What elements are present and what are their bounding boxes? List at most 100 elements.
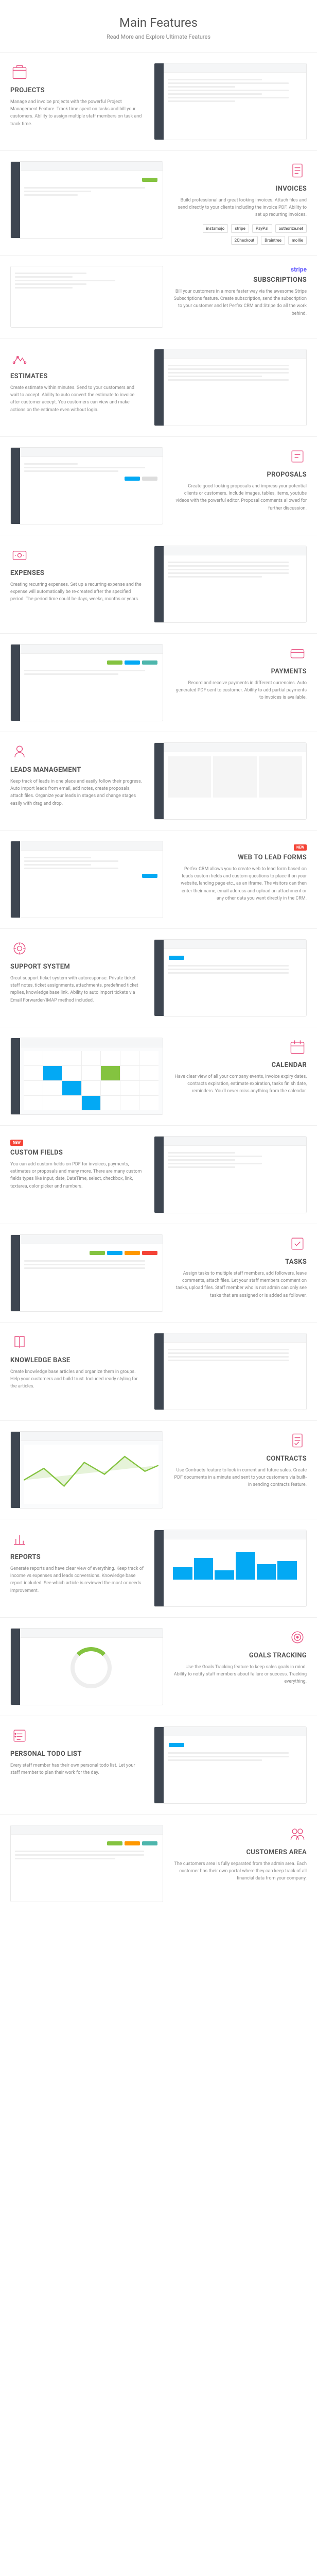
estimates-icon <box>10 349 29 367</box>
feature-desc: Use the Goals Tracking feature to keep s… <box>173 1664 307 1686</box>
feature-webtolead: NEW WEB TO LEAD FORMS Perfex CRM allows … <box>0 830 317 928</box>
logo-stripe: stripe <box>231 224 249 233</box>
invoices-icon <box>288 161 307 180</box>
expenses-icon <box>10 546 29 564</box>
feature-payments: PAYMENTS Record and receive payments in … <box>0 633 317 732</box>
feature-reports: REPORTS Generate reports and have clear … <box>0 1519 317 1617</box>
support-icon <box>10 939 29 958</box>
feature-title: WEB TO LEAD FORMS <box>173 854 307 861</box>
logo-braintree: Braintree <box>261 236 285 245</box>
feature-desc: The customers area is fully separated fr… <box>173 1860 307 1883</box>
feature-estimates: ESTIMATES Create estimate within minutes… <box>0 338 317 436</box>
mock-screenshot <box>10 1038 163 1115</box>
logo-instamojo: instamojo <box>203 224 228 233</box>
feature-desc: Manage and invoice projects with the pow… <box>10 98 144 128</box>
feature-title: INVOICES <box>173 185 307 193</box>
tasks-icon <box>288 1234 307 1253</box>
feature-title: PROJECTS <box>10 87 144 94</box>
goals-icon <box>288 1628 307 1647</box>
feature-title: LEADS MANAGEMENT <box>10 766 144 774</box>
logo-authorize: authorize.net <box>275 224 307 233</box>
feature-desc: Great support ticket system with autores… <box>10 975 144 1005</box>
projects-icon <box>10 63 29 81</box>
feature-desc: Creating recurring expenses. Set up a re… <box>10 581 144 603</box>
feature-title: ESTIMATES <box>10 372 144 380</box>
feature-desc: Generate reports and have clear view of … <box>10 1565 144 1595</box>
feature-customers: CUSTOMERS AREA The customers area is ful… <box>0 1814 317 1912</box>
logo-2checkout: 2Checkout <box>231 236 258 245</box>
feature-desc: Build professional and great looking inv… <box>173 197 307 219</box>
contracts-icon <box>288 1431 307 1450</box>
feature-knowledgebase: KNOWLEDGE BASE Create knowledge base art… <box>0 1322 317 1420</box>
payment-logos: instamojo stripe PayPal authorize.net 2C… <box>173 224 307 245</box>
feature-desc: Create estimate within minutes. Send to … <box>10 384 144 414</box>
feature-desc: Use Contracts feature to lock in current… <box>173 1467 307 1489</box>
feature-desc: Perfex CRM allows you to create web to l… <box>173 866 307 903</box>
mock-screenshot <box>154 1530 307 1607</box>
feature-tasks: TASKS Assign tasks to multiple staff mem… <box>0 1224 317 1322</box>
feature-title: GOALS TRACKING <box>173 1652 307 1659</box>
feature-support: SUPPORT SYSTEM Great support ticket syst… <box>0 928 317 1027</box>
feature-title: CALENDAR <box>173 1061 307 1069</box>
feature-invoices: INVOICES Build professional and great lo… <box>0 150 317 255</box>
feature-calendar: CALENDAR Have clear view of all your com… <box>0 1027 317 1125</box>
knowledgebase-icon <box>10 1333 29 1351</box>
mock-screenshot <box>10 1628 163 1705</box>
new-badge: NEW <box>10 1140 23 1146</box>
feature-title: PERSONAL TODO LIST <box>10 1750 144 1758</box>
feature-desc: Create good looking proposals and impres… <box>173 483 307 513</box>
feature-title: PAYMENTS <box>173 668 307 675</box>
feature-customfields: NEW CUSTOM FIELDS You can add custom fie… <box>0 1125 317 1224</box>
mock-screenshot <box>154 1333 307 1410</box>
mock-screenshot <box>154 1726 307 1804</box>
mock-screenshot <box>10 1825 163 1902</box>
mock-screenshot <box>10 1431 163 1509</box>
mock-screenshot <box>10 161 163 239</box>
feature-desc: Assign tasks to multiple staff members, … <box>173 1270 307 1300</box>
leads-icon <box>10 742 29 761</box>
mock-screenshot <box>154 1136 307 1213</box>
feature-goals: GOALS TRACKING Use the Goals Tracking fe… <box>0 1617 317 1716</box>
hero-title: Main Features <box>10 15 307 30</box>
feature-title: EXPENSES <box>10 569 144 577</box>
feature-desc: Have clear view of all your company even… <box>173 1073 307 1095</box>
stripe-logo: stripe <box>173 266 307 273</box>
reports-icon <box>10 1530 29 1548</box>
feature-leads: LEADS MANAGEMENT Keep track of leads in … <box>0 732 317 830</box>
feature-subscriptions: stripe SUBSCRIPTIONS Bill your customers… <box>0 255 317 338</box>
feature-title: CONTRACTS <box>173 1455 307 1463</box>
todo-icon <box>10 1726 29 1745</box>
feature-title: CUSTOMERS AREA <box>173 1849 307 1856</box>
feature-proposals: PROPOSALS Create good looking proposals … <box>0 436 317 535</box>
calendar-icon <box>288 1038 307 1056</box>
feature-todo: PERSONAL TODO LIST Every staff member ha… <box>0 1716 317 1814</box>
feature-desc: Create knowledge base articles and organ… <box>10 1368 144 1391</box>
mock-screenshot <box>154 742 307 820</box>
feature-title: KNOWLEDGE BASE <box>10 1357 144 1364</box>
mock-screenshot <box>10 841 163 918</box>
hero-subtitle: Read More and Explore Ultimate Features <box>10 33 307 42</box>
mock-screenshot <box>154 349 307 426</box>
mock-screenshot <box>154 546 307 623</box>
customers-icon <box>288 1825 307 1843</box>
mock-screenshot <box>10 1234 163 1312</box>
feature-desc: Every staff member has their own persona… <box>10 1762 144 1777</box>
feature-title: PROPOSALS <box>173 471 307 479</box>
feature-expenses: EXPENSES Creating recurring expenses. Se… <box>0 535 317 633</box>
feature-title: SUBSCRIPTIONS <box>173 276 307 284</box>
feature-desc: You can add custom fields on PDF for inv… <box>10 1161 144 1191</box>
logo-mollie: mollie <box>288 236 307 245</box>
logo-paypal: PayPal <box>252 224 272 233</box>
feature-desc: Keep track of leads in one place and eas… <box>10 778 144 808</box>
mock-screenshot <box>10 644 163 721</box>
feature-title: CUSTOM FIELDS <box>10 1149 144 1157</box>
feature-title: TASKS <box>173 1258 307 1266</box>
mock-screenshot <box>10 447 163 524</box>
feature-desc: Bill your customers in a more faster way… <box>173 288 307 318</box>
feature-title: REPORTS <box>10 1553 144 1561</box>
proposals-icon <box>288 447 307 466</box>
feature-desc: Record and receive payments in different… <box>173 680 307 702</box>
mock-screenshot <box>10 266 163 328</box>
feature-title: SUPPORT SYSTEM <box>10 963 144 971</box>
mock-screenshot <box>154 63 307 140</box>
